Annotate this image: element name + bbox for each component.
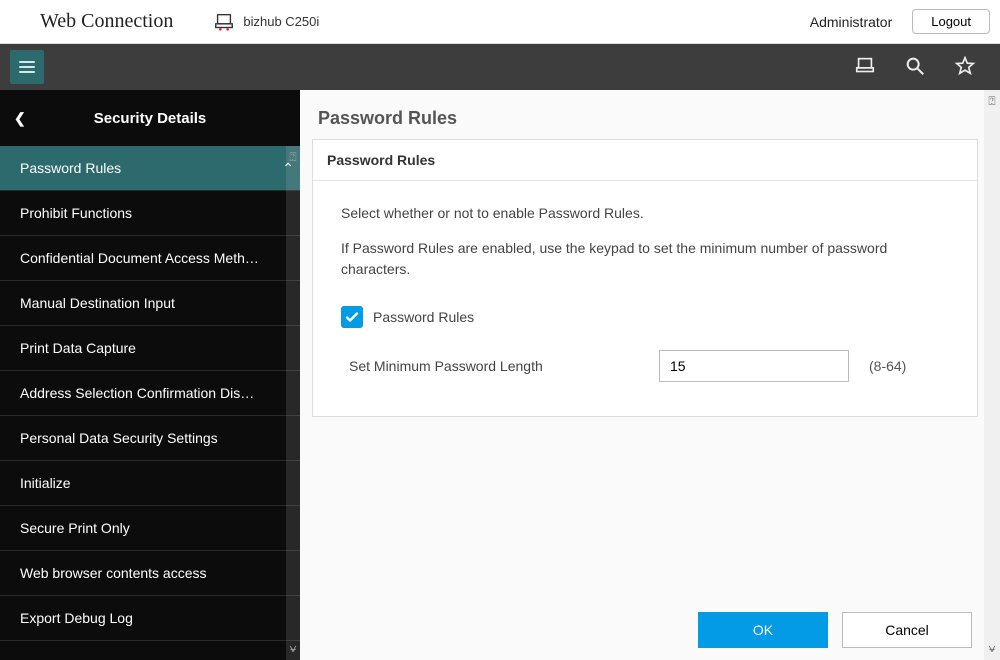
device-name: bizhub C250i [243,14,319,29]
password-rules-checkbox[interactable] [341,306,363,328]
sidebar-item[interactable]: Secure Print Only [0,506,300,551]
sidebar-item[interactable]: Password Rules⌃ [0,146,300,191]
printer-icon [213,11,235,33]
page-title: Password Rules [300,90,1000,139]
sidebar-item[interactable]: Confidential Document Access Meth… [0,236,300,281]
sidebar: ❮ Security Details Password Rules⌃Prohib… [0,90,300,660]
sidebar-title: Security Details [14,110,286,127]
hamburger-icon [17,57,37,77]
check-icon [344,309,360,325]
back-icon[interactable]: ❮ [14,110,26,127]
main-panel: ⍰ ⍱ Password Rules Password Rules Select… [300,90,1000,660]
brand-title: Web Connection [40,10,173,33]
card-header: Password Rules [313,140,977,181]
footer-buttons: OK Cancel [698,612,972,648]
settings-card: Password Rules Select whether or not to … [312,139,978,417]
star-icon[interactable] [954,55,976,80]
sidebar-item[interactable]: Manual Destination Input [0,281,300,326]
main-scrollbar[interactable]: ⍰ ⍱ [984,90,1000,660]
range-hint: (8-64) [869,358,906,374]
top-header: Web Connection bizhub C250i Administrato… [0,0,1000,44]
user-role-label: Administrator [810,14,892,30]
sidebar-item[interactable]: Export Debug Log [0,596,300,641]
sidebar-item[interactable]: Print Data Capture [0,326,300,371]
sidebar-item[interactable]: Address Selection Confirmation Dis… [0,371,300,416]
scroll-down-icon[interactable]: ⍱ [988,637,995,660]
menu-button[interactable] [10,50,44,84]
sidebar-item[interactable]: Initialize [0,461,300,506]
scroll-up-icon[interactable]: ⍰ [289,146,296,169]
sidebar-item[interactable]: Web browser contents access [0,551,300,596]
ok-button[interactable]: OK [698,612,828,648]
sidebar-header: ❮ Security Details [0,90,300,146]
scroll-up-icon[interactable]: ⍰ [988,90,995,113]
scroll-down-icon[interactable]: ⍱ [289,637,296,660]
min-length-input[interactable] [659,350,849,382]
sidebar-item[interactable]: Prohibit Functions [0,191,300,236]
checkbox-label: Password Rules [373,309,474,325]
cancel-button[interactable]: Cancel [842,612,972,648]
sidebar-item[interactable]: Personal Data Security Settings [0,416,300,461]
toolbar [0,44,1000,90]
description-2: If Password Rules are enabled, use the k… [341,238,949,280]
description-1: Select whether or not to enable Password… [341,203,949,224]
logout-button[interactable]: Logout [912,9,990,34]
device-status-icon[interactable] [854,55,876,80]
min-length-label: Set Minimum Password Length [349,358,659,374]
search-icon[interactable] [904,55,926,80]
sidebar-scrollbar[interactable]: ⍰ ⍱ [286,146,300,660]
sidebar-list: Password Rules⌃Prohibit FunctionsConfide… [0,146,300,660]
